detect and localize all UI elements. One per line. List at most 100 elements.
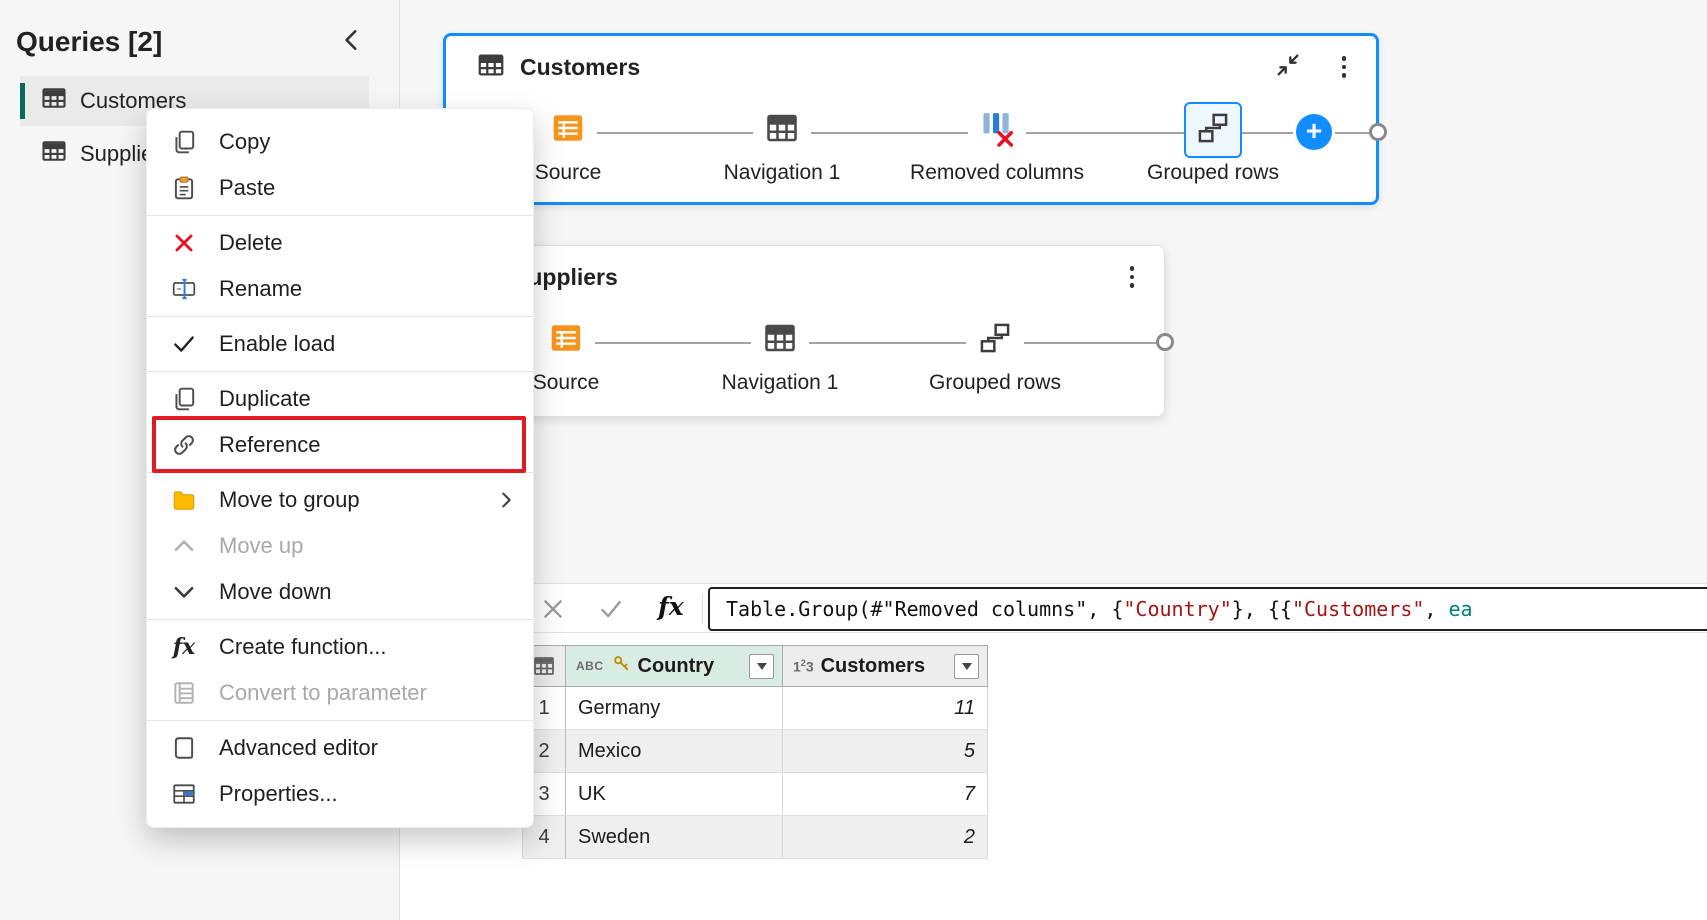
data-preview-grid: ABC Country 123 Customers 1 Germany 11 2…: [522, 645, 988, 859]
parameter-icon: [169, 678, 199, 708]
step-navigation[interactable]: Navigation 1: [675, 312, 885, 395]
menu-item-copy[interactable]: Copy: [147, 119, 533, 165]
menu-item-delete[interactable]: Delete: [147, 220, 533, 266]
step-grouped-rows[interactable]: Grouped rows: [890, 312, 1100, 395]
collapse-pane-button[interactable]: [339, 27, 365, 58]
rename-icon: [169, 274, 199, 304]
card-title: Customers: [520, 54, 640, 81]
add-step-button[interactable]: +: [1293, 111, 1335, 153]
menu-item-label: Enable load: [219, 331, 335, 357]
cell-country[interactable]: Germany: [566, 687, 783, 730]
cell-customers[interactable]: 7: [783, 773, 988, 816]
menu-item-label: Duplicate: [219, 386, 311, 412]
source-icon: [550, 110, 586, 151]
menu-item-paste[interactable]: Paste: [147, 165, 533, 211]
chevron-down-icon: [962, 663, 972, 670]
step-label: Grouped rows: [1108, 161, 1318, 185]
chevron-right-icon: [495, 489, 517, 511]
formula-text: "Country": [1123, 597, 1231, 621]
menu-item-move-down[interactable]: Move down: [147, 569, 533, 615]
duplicate-icon: [169, 384, 199, 414]
power-query-diagram-view: Customers Source: [0, 0, 1707, 920]
output-port[interactable]: [1156, 333, 1174, 351]
chevron-up-icon: [169, 531, 199, 561]
cell-country[interactable]: Sweden: [566, 816, 783, 859]
card-header: Customers: [446, 36, 1376, 98]
menu-item-label: Copy: [219, 129, 270, 155]
copy-icon: [169, 127, 199, 157]
annotation-highlight-reference: [152, 416, 526, 473]
chevron-down-icon: [169, 577, 199, 607]
menu-item-enable-load[interactable]: Enable load: [147, 321, 533, 367]
menu-item-rename[interactable]: Rename: [147, 266, 533, 312]
cell-country[interactable]: Mexico: [566, 730, 783, 773]
filter-dropdown-button[interactable]: [749, 654, 774, 679]
menu-item-convert-to-parameter: Convert to parameter: [147, 670, 533, 716]
check-icon: [169, 329, 199, 359]
formula-text: ea: [1449, 597, 1473, 621]
fx-icon: fx: [169, 632, 199, 662]
more-icon[interactable]: [1126, 262, 1139, 292]
divider: [702, 594, 703, 624]
more-icon[interactable]: [1338, 52, 1351, 82]
step-navigation[interactable]: Navigation 1: [677, 102, 887, 185]
queries-pane-title: Queries [2]: [16, 26, 162, 58]
cell-customers[interactable]: 11: [783, 687, 988, 730]
step-removed-columns[interactable]: Removed columns: [892, 102, 1102, 185]
cancel-icon[interactable]: [540, 596, 566, 622]
formula-text: ,: [1424, 597, 1448, 621]
menu-item-label: Paste: [219, 175, 275, 201]
filter-dropdown-button[interactable]: [954, 654, 979, 679]
formula-input[interactable]: Table.Group(#"Removed columns", {"Countr…: [708, 587, 1707, 631]
query-card-suppliers[interactable]: Suppliers Source Navigation 1: [448, 245, 1165, 417]
menu-separator: [147, 371, 533, 372]
menu-item-advanced-editor[interactable]: Advanced editor: [147, 725, 533, 771]
key-icon: [611, 653, 631, 679]
menu-item-label: Create function...: [219, 634, 387, 660]
menu-item-label: Convert to parameter: [219, 680, 427, 706]
menu-separator: [147, 316, 533, 317]
column-header-country[interactable]: ABC Country: [566, 645, 783, 687]
table-row: 2 Mexico 5: [522, 730, 988, 773]
steps-track: Source Navigation 1 Removed columns: [446, 98, 1376, 202]
table-icon: [40, 137, 68, 171]
table-icon: [762, 320, 798, 361]
step-grouped-rows[interactable]: Grouped rows: [1108, 102, 1318, 185]
output-port[interactable]: [1369, 123, 1387, 141]
cell-customers[interactable]: 2: [783, 816, 988, 859]
menu-item-properties[interactable]: Properties...: [147, 771, 533, 817]
text-abc-icon: ABC: [576, 659, 604, 673]
collapse-icon[interactable]: [1274, 51, 1302, 84]
menu-item-label: Delete: [219, 230, 283, 256]
cell-country[interactable]: UK: [566, 773, 783, 816]
table-icon: [764, 110, 800, 151]
advanced-editor-icon: [169, 733, 199, 763]
menu-item-label: Rename: [219, 276, 302, 302]
formula-bar: fx Table.Group(#"Removed columns", {"Cou…: [400, 583, 1707, 633]
column-name: Country: [638, 655, 715, 678]
menu-item-move-to-group[interactable]: Move to group: [147, 477, 533, 523]
steps-track: Source Navigation 1 Grouped rows: [449, 308, 1164, 416]
step-label: Removed columns: [892, 161, 1102, 185]
cell-customers[interactable]: 5: [783, 730, 988, 773]
card-header: Suppliers: [449, 246, 1164, 308]
chevron-down-icon: [757, 663, 767, 670]
removed-columns-icon: [978, 109, 1016, 152]
column-name: Customers: [821, 655, 925, 678]
column-header-customers[interactable]: 123 Customers: [783, 645, 988, 687]
step-label: Navigation 1: [675, 371, 885, 395]
menu-item-label: Move to group: [219, 487, 360, 513]
menu-separator: [147, 619, 533, 620]
commit-icon[interactable]: [598, 596, 624, 622]
delete-icon: [169, 228, 199, 258]
menu-separator: [147, 215, 533, 216]
menu-item-label: Properties...: [219, 781, 338, 807]
folder-icon: [169, 485, 199, 515]
step-label: Grouped rows: [890, 371, 1100, 395]
query-card-customers[interactable]: Customers Source: [443, 33, 1379, 205]
menu-item-label: Move down: [219, 579, 332, 605]
table-row: 3 UK 7: [522, 773, 988, 816]
menu-item-create-function[interactable]: fx Create function...: [147, 624, 533, 670]
source-icon: [548, 320, 584, 361]
step-label: Navigation 1: [677, 161, 887, 185]
